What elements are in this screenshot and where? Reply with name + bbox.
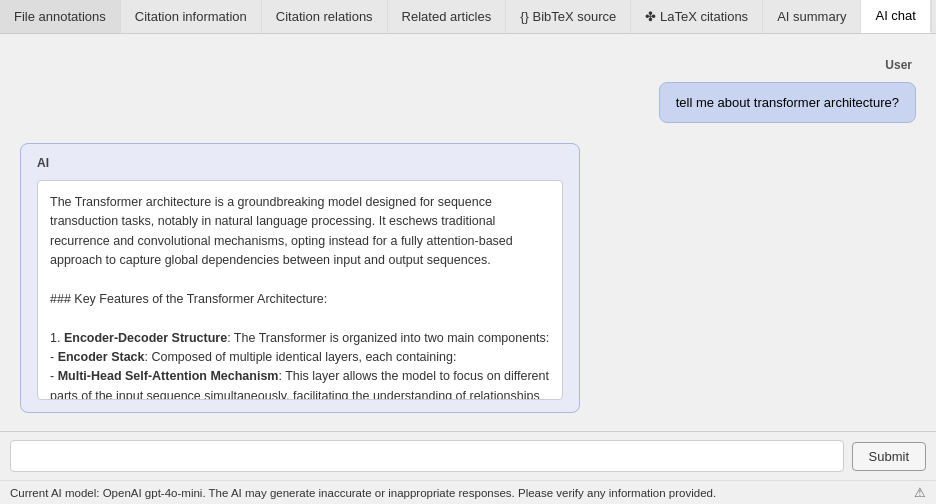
input-area: Submit [0,431,936,480]
tab-bibtex-source[interactable]: {} BibTeX source [506,0,631,33]
user-message-wrapper: User tell me about transformer architect… [20,54,916,123]
tab-ai-chat[interactable]: AI chat [861,0,930,33]
chat-area[interactable]: User tell me about transformer architect… [0,34,936,431]
tab-bar: File annotations Citation information Ci… [0,0,936,34]
status-text: Current AI model: OpenAI gpt-4o-mini. Th… [10,487,716,499]
warning-icon: ⚠ [914,485,926,500]
tab-file-annotations[interactable]: File annotations [0,0,121,33]
user-label: User [885,58,912,72]
tab-citation-relations[interactable]: Citation relations [262,0,388,33]
ai-response-text: The Transformer architecture is a ground… [37,180,563,400]
tab-citation-information[interactable]: Citation information [121,0,262,33]
tab-related-articles[interactable]: Related articles [388,0,507,33]
status-bar: Current AI model: OpenAI gpt-4o-mini. Th… [0,480,936,504]
more-tabs-button[interactable]: ▼ [931,0,936,33]
ai-message-wrapper: AI The Transformer architecture is a gro… [20,143,916,413]
ai-bubble: AI The Transformer architecture is a gro… [20,143,580,413]
main-content: User tell me about transformer architect… [0,34,936,504]
tab-ai-summary[interactable]: AI summary [763,0,861,33]
user-bubble: tell me about transformer architecture? [659,82,916,123]
chat-input[interactable] [10,440,844,472]
ai-label: AI [37,156,563,170]
user-message-text: tell me about transformer architecture? [676,95,899,110]
submit-button[interactable]: Submit [852,442,926,471]
tab-latex-citations[interactable]: ✤ LaTeX citations [631,0,763,33]
